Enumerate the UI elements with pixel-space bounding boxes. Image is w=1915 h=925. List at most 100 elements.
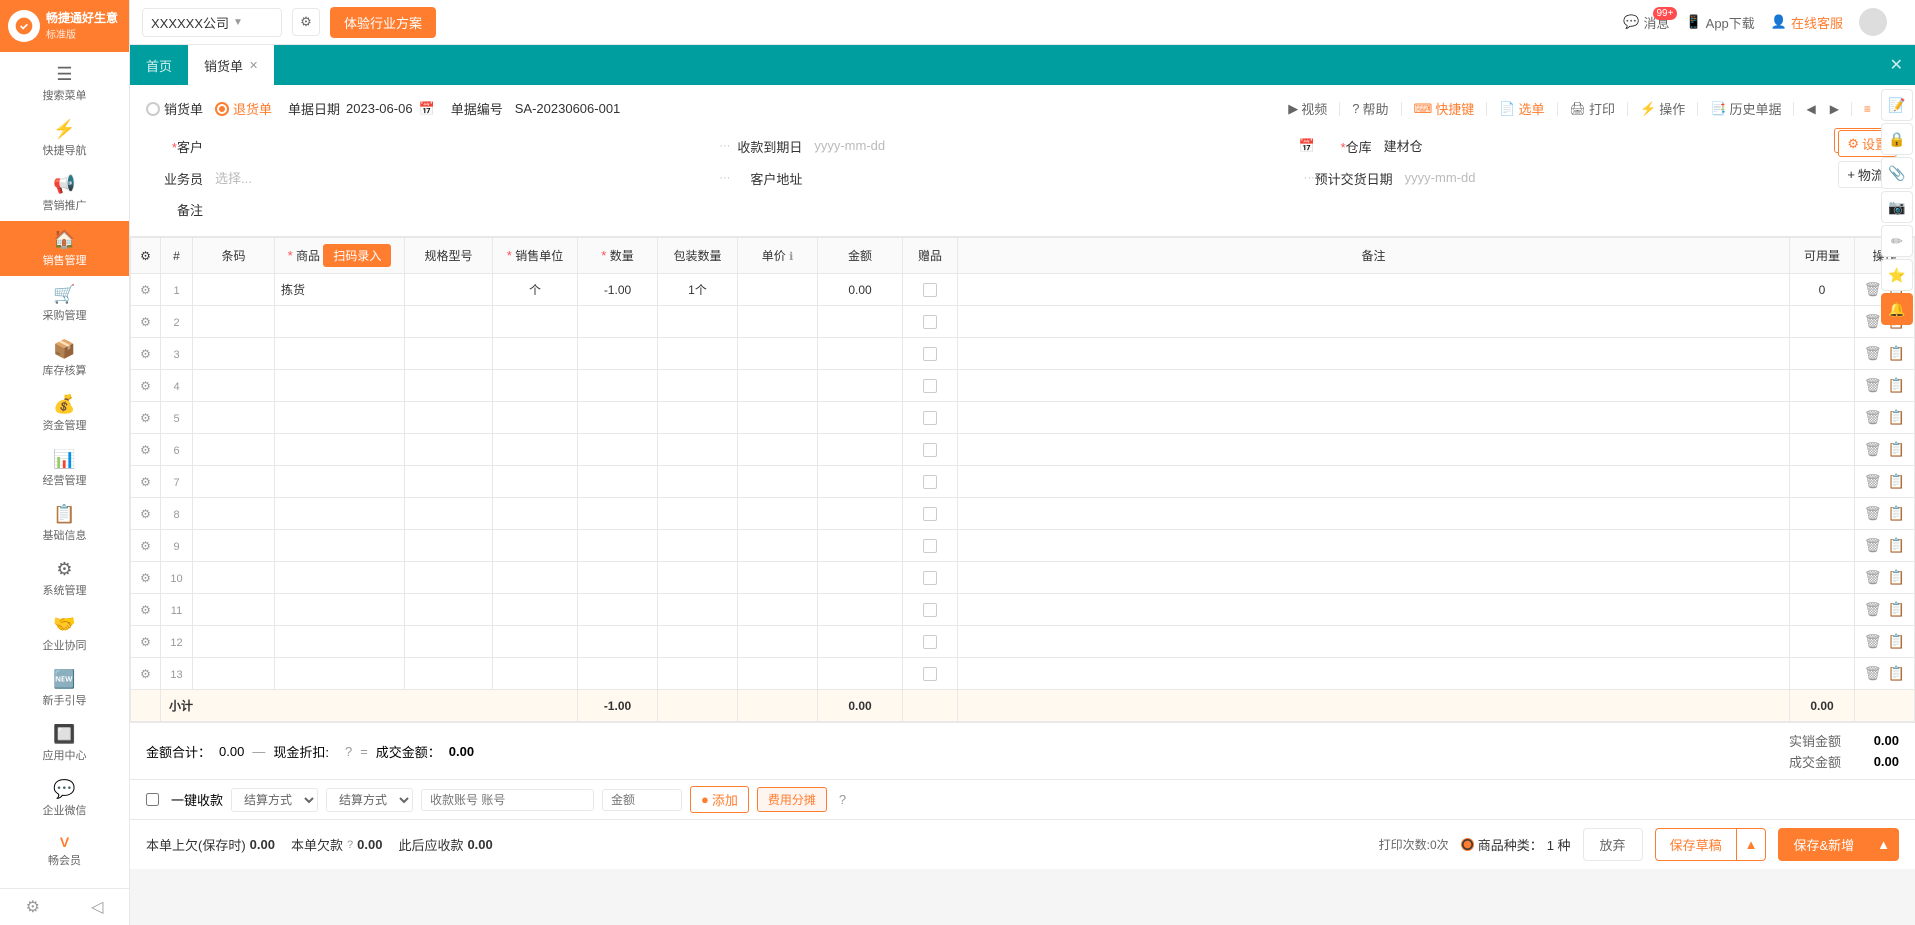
cell-amount-1[interactable] [818,306,903,338]
save-draft-arrow-button[interactable]: ▲ [1737,828,1767,861]
cell-qty-2[interactable] [578,338,658,370]
cell-pack-2[interactable] [658,338,738,370]
cell-price-2[interactable] [738,338,818,370]
cell-qty-3[interactable] [578,370,658,402]
cell-spec-10[interactable] [405,594,493,626]
debt-help-icon[interactable]: ? [347,839,353,851]
cell-barcode-2[interactable] [193,338,275,370]
cell-price-10[interactable] [738,594,818,626]
cell-gift-5[interactable] [903,434,958,466]
cell-product-9[interactable] [275,562,405,594]
cell-product-12[interactable] [275,658,405,690]
cell-price-7[interactable] [738,498,818,530]
cell-unit-3[interactable] [493,370,578,402]
cell-product-5[interactable] [275,434,405,466]
table-row[interactable]: ⚙ 10 🗑 📋 [131,562,1915,594]
cell-settings-11[interactable]: ⚙ [131,626,161,658]
cell-remark-10[interactable] [958,594,1790,626]
cell-unit-0[interactable]: 个 [493,274,578,306]
cell-barcode-8[interactable] [193,530,275,562]
cell-amount-8[interactable] [818,530,903,562]
tab-bar-close-icon[interactable]: ✕ [1890,55,1903,75]
cell-spec-0[interactable] [405,274,493,306]
right-panel-btn-4[interactable]: 📷 [1881,191,1913,223]
cell-gift-0[interactable] [903,274,958,306]
save-new-arrow-button[interactable]: ▲ [1869,828,1899,861]
cell-qty-5[interactable] [578,434,658,466]
cell-pack-11[interactable] [658,626,738,658]
sidebar-item-system[interactable]: ⚙ 系统管理 [0,551,129,606]
sidebar-item-finance[interactable]: 💰 资金管理 [0,386,129,441]
cell-spec-12[interactable] [405,658,493,690]
sidebar-settings-icon[interactable]: ⚙ [26,897,40,917]
right-panel-btn-6[interactable]: ⭐ [1881,259,1913,291]
cell-gift-6[interactable] [903,466,958,498]
cell-product-0[interactable]: 拣货 [275,274,405,306]
cell-unit-5[interactable] [493,434,578,466]
settings-button[interactable]: ⚙ [292,8,320,36]
cell-price-8[interactable] [738,530,818,562]
video-button[interactable]: ▶ 视频 [1284,97,1331,120]
cell-price-4[interactable] [738,402,818,434]
expense-split-button[interactable]: 费用分摊 [757,787,827,812]
cell-settings-8[interactable]: ⚙ [131,530,161,562]
cell-remark-5[interactable] [958,434,1790,466]
cell-pack-1[interactable] [658,306,738,338]
message-button[interactable]: 💬 消息 99+ [1623,13,1669,32]
cell-gift-3[interactable] [903,370,958,402]
prev-button[interactable]: ◀ [1802,100,1819,118]
date-value[interactable]: 2023-06-06 [346,101,413,116]
cell-price-5[interactable] [738,434,818,466]
sidebar-item-search[interactable]: ☰ 搜索菜单 [0,56,129,111]
table-row[interactable]: ⚙ 4 🗑 📋 [131,370,1915,402]
cell-qty-4[interactable] [578,402,658,434]
cell-unit-7[interactable] [493,498,578,530]
cell-settings-0[interactable]: ⚙ [131,274,161,306]
cell-unit-10[interactable] [493,594,578,626]
cell-amount-7[interactable] [818,498,903,530]
cell-settings-7[interactable]: ⚙ [131,498,161,530]
cell-gift-12[interactable] [903,658,958,690]
cell-product-1[interactable] [275,306,405,338]
select-order-button[interactable]: 📄 选单 [1495,97,1548,120]
print-button[interactable]: 🖨 打印 [1566,97,1620,120]
cell-barcode-10[interactable] [193,594,275,626]
cell-remark-1[interactable] [958,306,1790,338]
tab-home[interactable]: 首页 [130,45,188,85]
cell-product-8[interactable] [275,530,405,562]
cell-remark-6[interactable] [958,466,1790,498]
cell-product-3[interactable] [275,370,405,402]
operate-button[interactable]: ⚡ 操作 [1636,97,1689,120]
cell-settings-5[interactable]: ⚙ [131,434,161,466]
cell-pack-0[interactable]: 1个 [658,274,738,306]
date-calendar-icon[interactable]: 📅 [419,101,435,117]
product-kind-radio[interactable] [1461,838,1474,851]
cell-pack-10[interactable] [658,594,738,626]
cell-amount-4[interactable] [818,402,903,434]
sidebar-item-wechat[interactable]: 💬 企业微信 [0,771,129,826]
cell-qty-11[interactable] [578,626,658,658]
cell-pack-12[interactable] [658,658,738,690]
cell-spec-9[interactable] [405,562,493,594]
sidebar-item-marketing[interactable]: 📢 营销推广 [0,166,129,221]
cell-remark-0[interactable] [958,274,1790,306]
right-panel-btn-3[interactable]: 📎 [1881,157,1913,189]
right-panel-btn-7[interactable]: 🔔 [1881,293,1913,325]
cell-pack-7[interactable] [658,498,738,530]
cell-settings-2[interactable]: ⚙ [131,338,161,370]
cell-unit-8[interactable] [493,530,578,562]
warehouse-value[interactable]: 建材仓 [1380,134,1884,158]
cell-barcode-6[interactable] [193,466,275,498]
customer-addr-input[interactable] [810,176,1299,181]
cell-settings-9[interactable]: ⚙ [131,562,161,594]
expense-help-icon[interactable]: ? [839,792,846,807]
right-panel-btn-5[interactable]: ✏ [1881,225,1913,257]
sidebar-item-sales[interactable]: 🏠 销售管理 [0,221,129,276]
user-avatar[interactable] [1859,8,1887,36]
sidebar-item-appstore[interactable]: 🔲 应用中心 [0,716,129,771]
cell-qty-0[interactable]: -1.00 [578,274,658,306]
cell-remark-8[interactable] [958,530,1790,562]
customer-dots[interactable]: ··· [719,140,730,152]
cell-remark-12[interactable] [958,658,1790,690]
cell-amount-5[interactable] [818,434,903,466]
